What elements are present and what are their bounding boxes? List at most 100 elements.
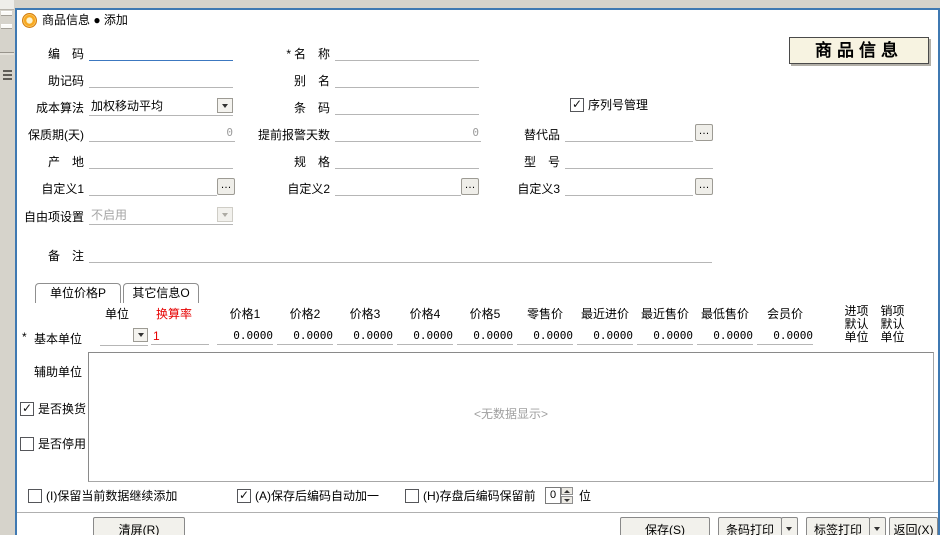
price4-input[interactable]: 0.0000	[397, 328, 453, 345]
name-label: * 名 称	[286, 47, 330, 61]
label-print-dropdown-button[interactable]	[869, 517, 886, 535]
coin-icon	[22, 13, 37, 28]
col-sale-default-unit: 销项默认单位	[880, 304, 905, 344]
chevron-down-icon	[564, 499, 570, 502]
price3-input[interactable]: 0.0000	[337, 328, 393, 345]
shelf-life-label: 保质期(天)	[28, 128, 84, 142]
barcode-input[interactable]	[335, 98, 479, 115]
alias-label: 别 名	[293, 74, 330, 88]
spin-up-button[interactable]	[561, 487, 573, 495]
code-label: 编 码	[47, 47, 84, 61]
clear-button[interactable]: 清屏(R)	[93, 517, 185, 535]
auto-increment-checkbox[interactable]	[237, 488, 251, 503]
col-price5: 价格5	[469, 307, 501, 321]
rate-input[interactable]: 1	[151, 328, 209, 345]
custom2-label: 自定义2	[287, 182, 330, 196]
chevron-down-icon	[874, 527, 880, 531]
custom3-input[interactable]	[565, 179, 693, 196]
substitute-label: 替代品	[523, 128, 560, 142]
prefix-digits-input[interactable]: 0	[545, 487, 561, 504]
price2-input[interactable]: 0.0000	[277, 328, 333, 345]
custom2-input[interactable]	[335, 179, 461, 196]
price1-input[interactable]: 0.0000	[217, 328, 273, 345]
warn-days-input[interactable]: 0	[335, 125, 481, 142]
origin-input[interactable]	[89, 152, 233, 169]
base-unit-label: 基本单位	[34, 332, 83, 346]
custom3-label: 自定义3	[517, 182, 560, 196]
cost-method-value: 加权移动平均	[91, 99, 164, 113]
col-price4: 价格4	[409, 307, 441, 321]
base-unit-required-mark: *	[22, 330, 27, 344]
label-print-button[interactable]: 标签打印	[806, 517, 870, 535]
serial-mgmt-checkbox[interactable]	[570, 97, 584, 112]
custom1-picker-button[interactable]: …	[217, 178, 235, 195]
barcode-print-dropdown-button[interactable]	[781, 517, 798, 535]
auto-increment-label: (A)保存后编码自动加一	[255, 489, 379, 503]
col-price1: 价格1	[229, 307, 261, 321]
cost-method-label: 成本算法	[35, 101, 84, 115]
list-icon	[3, 78, 12, 80]
barcode-label: 条 码	[293, 101, 330, 115]
name-input[interactable]	[335, 44, 479, 61]
no-data-text: <无数据显示>	[473, 407, 549, 421]
col-min-sale: 最低售价	[700, 307, 749, 321]
aux-unit-label: 辅助单位	[34, 365, 83, 379]
substitute-input[interactable]	[565, 125, 693, 142]
retail-price-input[interactable]: 0.0000	[517, 328, 573, 345]
prefix-digits-stepper[interactable]	[561, 487, 573, 504]
keep-data-checkbox[interactable]	[28, 489, 42, 503]
exchange-checkbox[interactable]	[20, 401, 34, 416]
col-purchase-default-unit: 进项默认单位	[844, 304, 869, 344]
member-price-input[interactable]: 0.0000	[757, 328, 813, 345]
base-unit-dropdown-button[interactable]	[133, 328, 148, 342]
model-input[interactable]	[565, 152, 713, 169]
substitute-picker-button[interactable]: …	[695, 124, 713, 141]
list-icon	[3, 74, 12, 76]
list-icon	[3, 70, 12, 72]
last-sale-price-input[interactable]: 0.0000	[637, 328, 693, 345]
chevron-down-icon	[222, 104, 228, 108]
col-unit: 单位	[104, 307, 129, 321]
shelf-life-input[interactable]: 0	[89, 125, 235, 142]
custom3-picker-button[interactable]: …	[695, 178, 713, 195]
chevron-down-icon	[138, 333, 144, 337]
mnemonic-input[interactable]	[89, 71, 233, 88]
stop-use-checkbox[interactable]	[20, 437, 34, 451]
keep-prefix-label: (H)存盘后编码保留前	[423, 489, 536, 503]
col-last-sale: 最近售价	[640, 307, 689, 321]
spin-down-button[interactable]	[561, 496, 573, 504]
model-label: 型 号	[523, 155, 560, 169]
col-price3: 价格3	[349, 307, 381, 321]
cost-method-select[interactable]: 加权移动平均	[89, 98, 233, 116]
free-item-select: 不启用	[89, 207, 233, 225]
chevron-up-icon	[564, 490, 570, 493]
mnemonic-label: 助记码	[47, 74, 84, 88]
remark-label: 备 注	[47, 249, 84, 263]
tab-unit-price[interactable]: 单位价格P	[35, 283, 121, 303]
cost-method-dropdown-button[interactable]	[217, 98, 233, 113]
custom2-picker-button[interactable]: …	[461, 178, 479, 195]
col-retail: 零售价	[526, 307, 563, 321]
free-item-dropdown-button	[217, 207, 233, 222]
spec-input[interactable]	[335, 152, 479, 169]
aux-unit-grid[interactable]: <无数据显示>	[88, 352, 934, 482]
last-purchase-price-input[interactable]: 0.0000	[577, 328, 633, 345]
keep-prefix-checkbox[interactable]	[405, 489, 419, 503]
tab-other-info[interactable]: 其它信息O	[123, 283, 199, 303]
col-member: 会员价	[766, 307, 803, 321]
prefix-digits-suffix: 位	[579, 489, 592, 503]
price5-input[interactable]: 0.0000	[457, 328, 513, 345]
code-input[interactable]	[89, 44, 233, 61]
base-unit-select[interactable]	[100, 328, 148, 346]
min-sale-price-input[interactable]: 0.0000	[697, 328, 753, 345]
spec-label: 规 格	[293, 155, 330, 169]
remark-input[interactable]	[89, 246, 712, 263]
col-last-purchase: 最近进价	[580, 307, 629, 321]
exchange-label: 是否换货	[38, 402, 87, 416]
custom1-input[interactable]	[89, 179, 217, 196]
barcode-print-button[interactable]: 条码打印	[718, 517, 782, 535]
save-button[interactable]: 保存(S)	[620, 517, 710, 535]
background-window	[0, 0, 15, 535]
alias-input[interactable]	[335, 71, 479, 88]
back-button[interactable]: 返回(X)	[889, 517, 938, 535]
